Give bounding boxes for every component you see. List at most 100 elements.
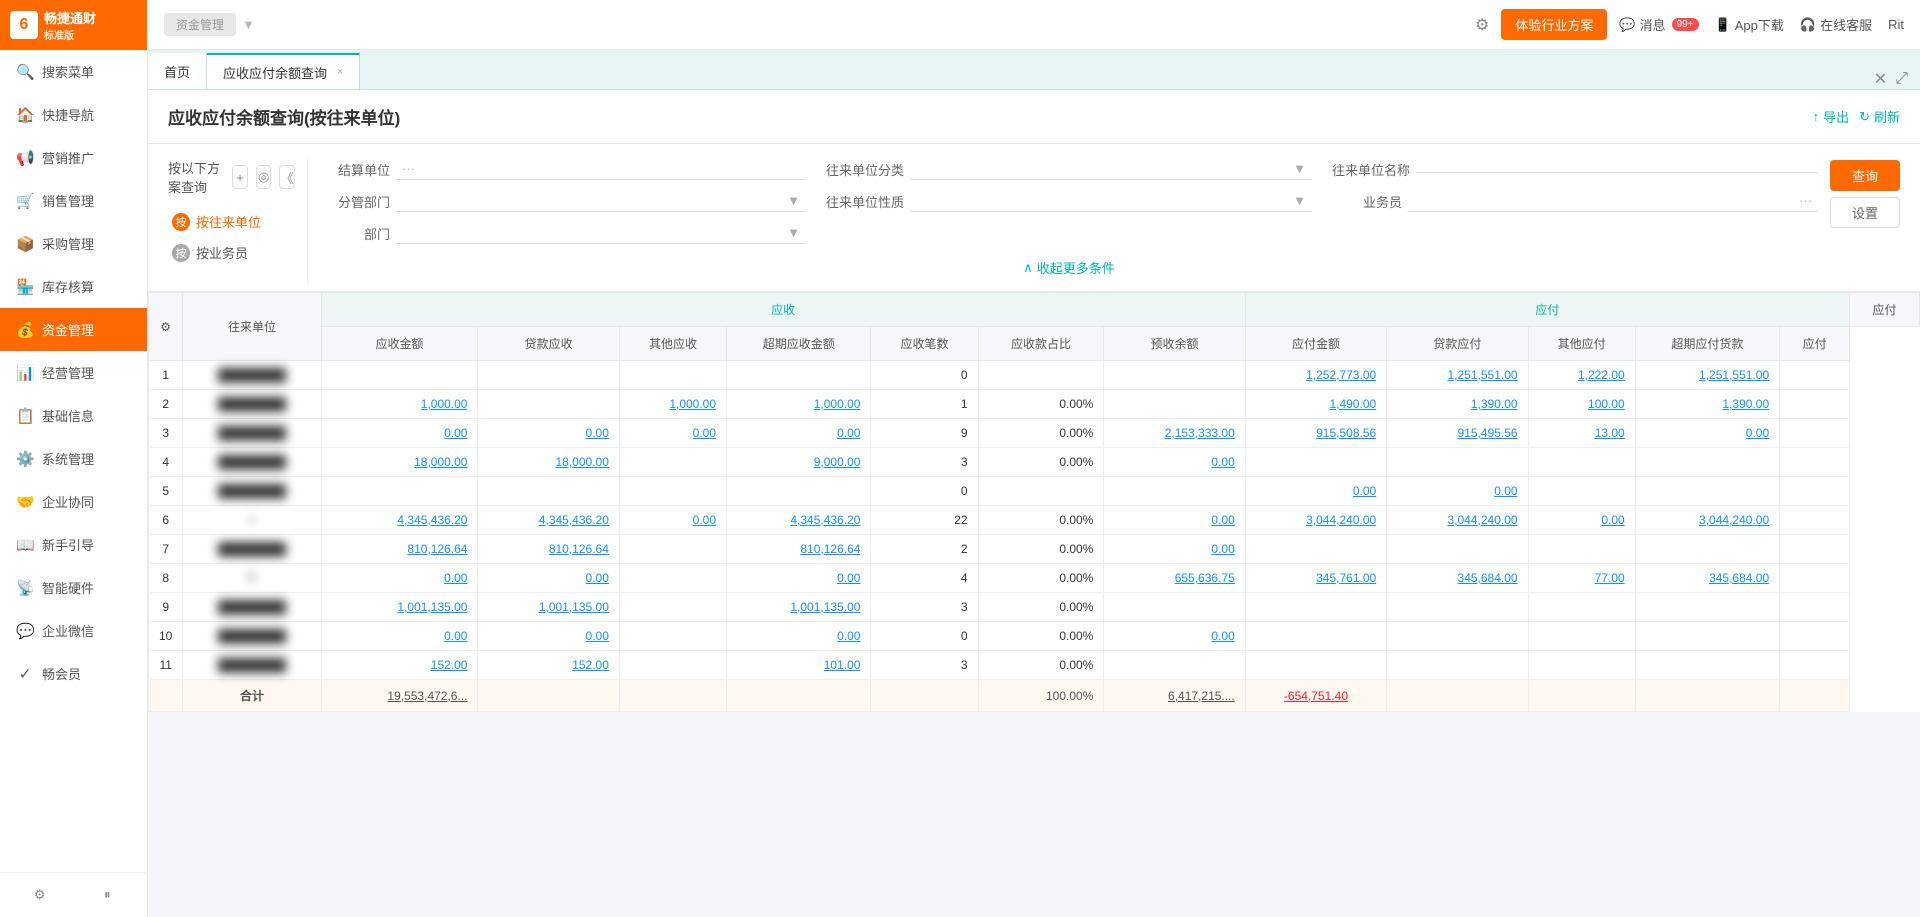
input-partner-name[interactable]	[1416, 166, 1818, 173]
col-other-payable: 其他应付	[1528, 327, 1635, 361]
app-download-icon: 📱	[1715, 17, 1731, 33]
breadcrumb-text: 资金管理	[164, 13, 236, 36]
sidebar-label-marketing: 营销推广	[42, 148, 94, 167]
input-salesperson[interactable]: ···	[1408, 190, 1818, 212]
member-icon: ✓	[16, 665, 34, 683]
total-payable-amount[interactable]: -654,751.40	[1245, 680, 1386, 712]
total-other-receivable	[619, 680, 726, 712]
add-scheme-btn[interactable]: +	[232, 165, 248, 189]
total-loan-payable	[1387, 680, 1528, 712]
sidebar-label-operation: 经营管理	[42, 363, 94, 382]
sidebar-bottom: ⚙ ⏸	[0, 872, 147, 917]
cooperation-icon: 🤝	[16, 493, 34, 511]
edit-scheme-btn[interactable]: ◎	[256, 165, 272, 189]
tab-close-all-icon[interactable]: ✕	[1874, 69, 1887, 89]
refresh-label: 刷新	[1874, 107, 1900, 126]
data-table: ⚙ 往来单位 应收 应付 应付 应收金额 贷款应收 其他应收 超期应收金额 应收…	[148, 292, 1920, 712]
query-button[interactable]: 查询	[1830, 160, 1900, 191]
total-overdue-payable	[1635, 680, 1779, 712]
refresh-button[interactable]: ↻ 刷新	[1859, 107, 1900, 126]
total-settings-cell	[149, 680, 183, 712]
sidebar-item-search[interactable]: 🔍搜索菜单	[0, 50, 147, 93]
table-row: 3████████0.000.000.000.0090.00%2,153,333…	[149, 419, 1920, 448]
table-row: 6×4,345,436.204,345,436.200.004,345,436.…	[149, 506, 1920, 535]
sidebar-settings-btn[interactable]: ⚙	[8, 881, 72, 909]
total-label: 合计	[183, 680, 321, 712]
filter-label: 按以下方案查询	[168, 158, 224, 196]
col-payable-amount: 应付金额	[1245, 327, 1386, 361]
user-info[interactable]: Rit	[1888, 17, 1904, 32]
label-partner-name: 往来单位名称	[1332, 160, 1410, 179]
scheme-item-salesperson[interactable]: 按 按业务员	[168, 237, 295, 268]
sidebar-item-guide[interactable]: 📖新手引导	[0, 523, 147, 566]
message-btn[interactable]: 💬 消息 99+	[1619, 15, 1698, 34]
partner-cell: ████████	[183, 361, 321, 390]
tab-close-icon[interactable]: ×	[337, 66, 343, 78]
collapse-scheme-btn[interactable]: 《	[279, 165, 295, 189]
sidebar-item-purchase[interactable]: 📦采购管理	[0, 222, 147, 265]
label-partner-type: 往来单位性质	[826, 192, 904, 211]
sidebar-item-sales[interactable]: 🛒销售管理	[0, 179, 147, 222]
app-download-label: App下载	[1735, 15, 1784, 34]
marketing-icon: 📢	[16, 149, 34, 167]
sidebar-item-basic[interactable]: 📋基础信息	[0, 394, 147, 437]
sidebar-item-finance[interactable]: 💰资金管理	[0, 308, 147, 351]
table-row: 11████████152.00152.00101.0030.00%	[149, 651, 1920, 680]
quick-icon: 🏠	[16, 106, 34, 124]
export-button[interactable]: ↑ 导出	[1813, 107, 1850, 126]
scheme-item-partner[interactable]: 按 按往来单位	[168, 206, 295, 237]
tab-home[interactable]: 首页	[148, 53, 207, 89]
sidebar-label-search: 搜索菜单	[42, 62, 94, 81]
sidebar-item-hardware[interactable]: 📡智能硬件	[0, 566, 147, 609]
customer-service-icon: 🎧	[1800, 17, 1816, 33]
field-partner-category: 往来单位分类 ▼	[826, 158, 1312, 180]
customer-service-label: 在线客服	[1820, 15, 1872, 34]
sidebar-collapse-btn[interactable]: ⏸	[76, 881, 140, 909]
message-label: 消息	[1640, 15, 1666, 34]
input-partner-category[interactable]: ▼	[910, 158, 1312, 180]
customer-service-btn[interactable]: 🎧 在线客服	[1800, 15, 1872, 34]
input-settlement-unit[interactable]: ···	[396, 158, 806, 180]
total-loan-receivable	[478, 680, 619, 712]
sidebar-item-member[interactable]: ✓畅会员	[0, 652, 147, 695]
input-partner-type[interactable]: ▼	[910, 190, 1312, 212]
total-receivable-amount[interactable]: 19,553,472,6...	[321, 680, 478, 712]
tab-expand-icon[interactable]: ⤢	[1895, 70, 1908, 88]
sidebar-item-inventory[interactable]: 🏪库存核算	[0, 265, 147, 308]
sidebar-label-finance: 资金管理	[42, 320, 94, 339]
table-header-payable-group: 应付	[1245, 293, 1849, 327]
promo-button[interactable]: 体验行业方案	[1501, 9, 1607, 40]
sidebar-item-system[interactable]: ⚙️系统管理	[0, 437, 147, 480]
app-download-btn[interactable]: 📱 App下载	[1715, 15, 1784, 34]
sidebar-item-marketing[interactable]: 📢 营销推广	[0, 136, 147, 179]
sidebar-label-guide: 新手引导	[42, 535, 94, 554]
inventory-icon: 🏪	[16, 278, 34, 296]
purchase-icon: 📦	[16, 235, 34, 253]
sidebar-item-cooperation[interactable]: 🤝企业协同	[0, 480, 147, 523]
topbar-settings-icon[interactable]: ⚙	[1475, 15, 1489, 35]
table-settings-header[interactable]: ⚙	[149, 293, 183, 361]
hardware-icon: 📡	[16, 579, 34, 597]
sidebar-label-system: 系统管理	[42, 449, 94, 468]
tab-home-label: 首页	[164, 62, 190, 81]
export-label: 导出	[1823, 107, 1849, 126]
field-partner-name: 往来单位名称	[1332, 158, 1818, 180]
sidebar-item-wechat[interactable]: 💬企业微信	[0, 609, 147, 652]
partner-cell: ████████	[183, 448, 321, 477]
sidebar-label-sales: 销售管理	[42, 191, 94, 210]
tab-receivable[interactable]: 应收应付余额查询 ×	[207, 53, 360, 89]
collapse-filter-btn[interactable]: ∧ 收起更多条件	[320, 252, 1818, 283]
partner-cell: ████████	[183, 390, 321, 419]
sidebar-item-operation[interactable]: 📊经营管理	[0, 351, 147, 394]
sidebar-item-quick[interactable]: 🏠快捷导航	[0, 93, 147, 136]
partner-cell: ████████	[183, 593, 321, 622]
input-department[interactable]: ▼	[396, 222, 806, 244]
table-row: 2████████1,000.001,000.001,000.0010.00%1…	[149, 390, 1920, 419]
input-dept-manager[interactable]: ▼	[396, 190, 806, 212]
sidebar-label-basic: 基础信息	[42, 406, 94, 425]
filter-area: 按以下方案查询 + ◎ 《 按 按往来单位 按 按业务员	[148, 144, 1920, 292]
topbar: 资金管理 ▼ ⚙ 体验行业方案 💬 消息 99+ 📱 App下载 🎧 在线客服 …	[148, 0, 1920, 50]
settings-button[interactable]: 设置	[1830, 197, 1900, 228]
total-advance-balance[interactable]: 6,417,215....	[1104, 680, 1245, 712]
data-table-wrap: ⚙ 往来单位 应收 应付 应付 应收金额 贷款应收 其他应收 超期应收金额 应收…	[148, 292, 1920, 712]
